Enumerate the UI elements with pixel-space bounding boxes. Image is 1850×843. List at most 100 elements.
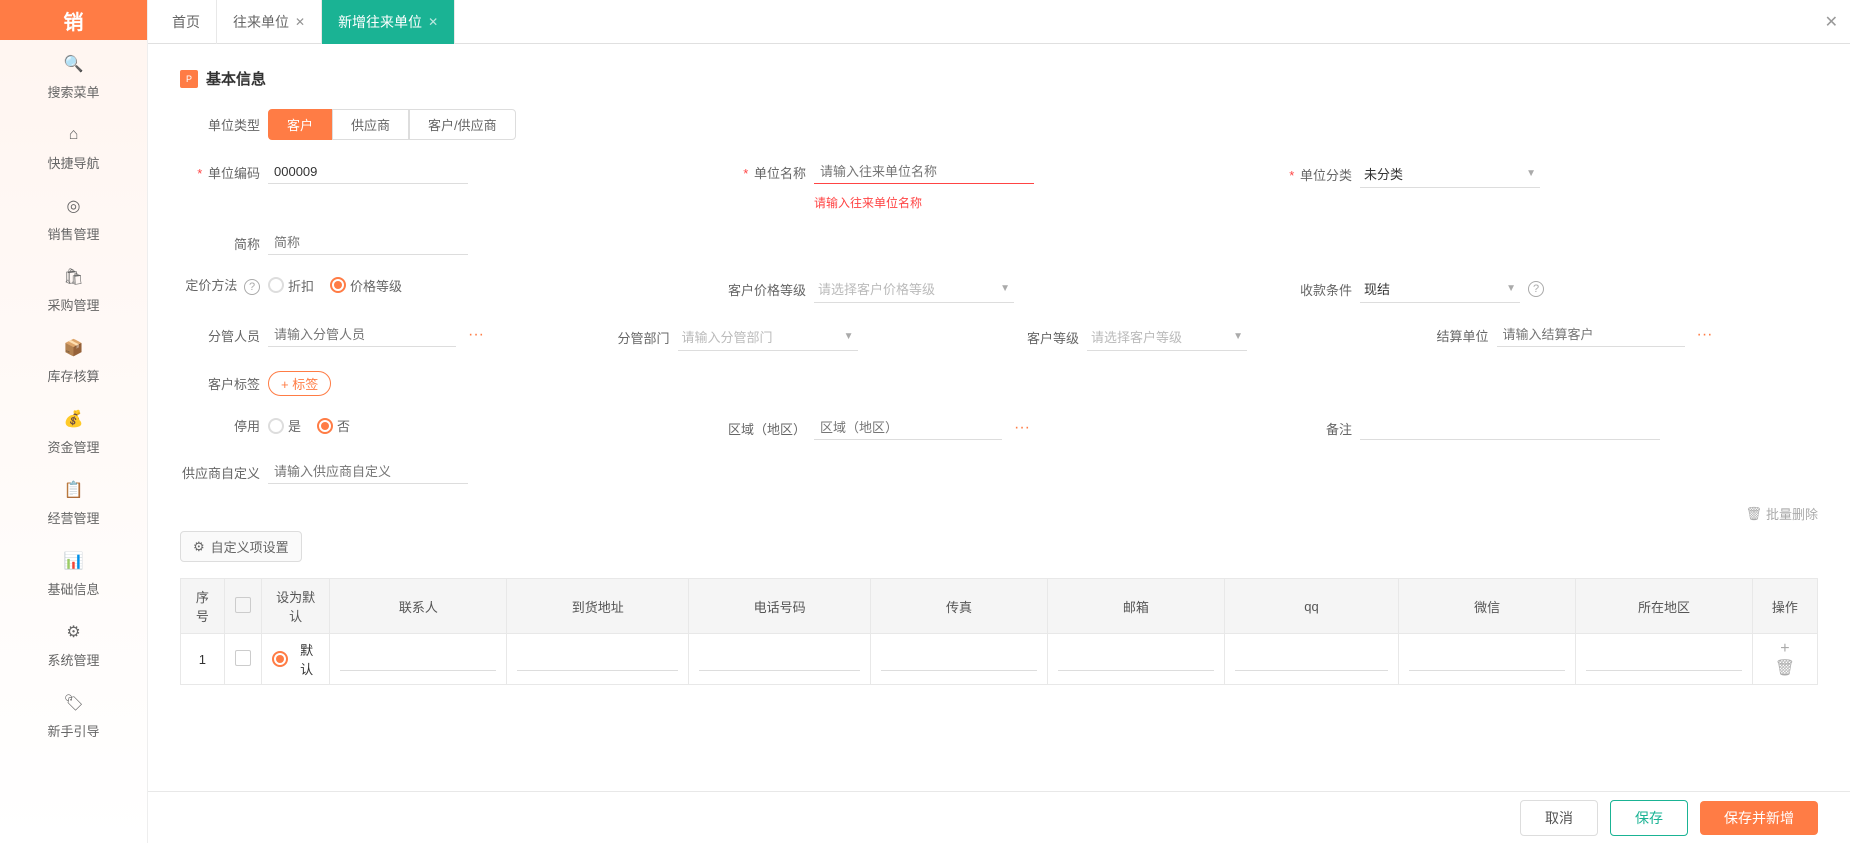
tab-new-counterparty-close[interactable]: ✕ (428, 15, 438, 29)
header-checkbox[interactable] (235, 597, 251, 613)
customer-level-select[interactable]: 请选择客户等级 ▼ (1087, 323, 1247, 351)
unit-name-input[interactable] (814, 160, 1034, 184)
unit-type-both-btn[interactable]: 客户/供应商 (409, 109, 516, 140)
department-field: 分管部门 请输入分管部门 ▼ (590, 323, 1000, 351)
th-action: 操作 (1752, 579, 1817, 634)
pricing-pricelevel-option[interactable]: 价格等级 (330, 276, 402, 295)
th-index: 序号 (181, 579, 225, 634)
sidebar-item-label: 库存核算 (47, 366, 99, 385)
beginner-icon: 🏷 (60, 689, 88, 717)
save-button[interactable]: 保存 (1610, 800, 1688, 836)
sidebar-item-operations[interactable]: 📋 经营管理 (0, 466, 147, 537)
department-select[interactable]: 请输入分管部门 ▼ (678, 323, 858, 351)
disable-no-radio[interactable] (317, 418, 333, 434)
chevron-down-icon: ▼ (1526, 168, 1536, 179)
tab-counterparty[interactable]: 往来单位 ✕ (217, 0, 322, 44)
region-table-input[interactable] (1586, 647, 1742, 671)
table-body: 1 默认 (181, 634, 1818, 685)
sidebar-item-purchase[interactable]: 🛍 采购管理 (0, 253, 147, 324)
custom-settings-btn[interactable]: ⚙ 自定义项设置 (180, 531, 302, 562)
section-title: 基本信息 (206, 68, 266, 89)
qq-input[interactable] (1235, 647, 1388, 671)
abbreviation-input[interactable] (268, 231, 468, 255)
wechat-input[interactable] (1409, 647, 1565, 671)
cancel-button[interactable]: 取消 (1520, 800, 1598, 836)
pricing-method-label: 定价方法 ? (180, 275, 260, 295)
disable-yes-radio[interactable] (268, 418, 284, 434)
region-input[interactable] (814, 416, 1002, 440)
customer-level-field: 客户等级 请选择客户等级 ▼ (999, 323, 1409, 351)
td-action: + 🗑 (1752, 634, 1817, 685)
supplier-custom-row: 供应商自定义 (180, 460, 1818, 484)
region-dots[interactable]: ··· (1010, 419, 1034, 437)
disable-yes-option[interactable]: 是 (268, 416, 301, 435)
section-flag: P (180, 70, 198, 88)
pricing-discount-radio[interactable] (268, 277, 284, 293)
unit-code-input[interactable] (268, 160, 468, 184)
default-label: 默认 (294, 640, 320, 678)
contact-input[interactable] (340, 647, 496, 671)
supplier-custom-input[interactable] (268, 460, 468, 484)
payment-help-icon[interactable]: ? (1528, 281, 1544, 297)
quick-nav-icon: ⌂ (60, 121, 88, 149)
phone-input[interactable] (699, 647, 860, 671)
batch-delete-btn[interactable]: 🗑 批量删除 (1745, 504, 1818, 523)
delete-row-btn[interactable]: 🗑 (1771, 660, 1799, 677)
tag-label: 客户标签 (180, 374, 260, 393)
tab-new-counterparty[interactable]: 新增往来单位 ✕ (322, 0, 455, 44)
pricing-help-icon[interactable]: ? (244, 279, 260, 295)
settlement-unit-dots[interactable]: ··· (1693, 326, 1717, 344)
fax-input[interactable] (881, 647, 1037, 671)
default-radio[interactable] (272, 651, 288, 667)
unit-type-row: 单位类型 客户 供应商 客户/供应商 (180, 109, 1818, 140)
finance-icon: 💰 (60, 405, 88, 433)
manager-row: 分管人员 ··· 分管部门 请输入分管部门 ▼ 客户等级 请选择客户等级 ▼ (180, 323, 1818, 351)
sidebar-item-search-menu[interactable]: 🔍 搜索菜单 (0, 40, 147, 111)
disable-field: 停用 是 否 (180, 416, 726, 435)
disable-no-option[interactable]: 否 (317, 416, 350, 435)
manager-dots-btn[interactable]: ··· (464, 326, 488, 344)
sidebar-item-base-info[interactable]: 📊 基础信息 (0, 537, 147, 608)
tab-counterparty-close[interactable]: ✕ (295, 15, 305, 29)
customer-price-level-placeholder: 请选择客户价格等级 (818, 279, 1000, 298)
th-wechat: 微信 (1399, 579, 1576, 634)
add-row-btn[interactable]: + (1776, 640, 1793, 657)
email-input[interactable] (1058, 647, 1214, 671)
remarks-input[interactable] (1360, 416, 1660, 440)
sidebar-item-sales[interactable]: ◎ 销售管理 (0, 182, 147, 253)
tag-add-btn[interactable]: + 标签 (268, 371, 331, 396)
remarks-field: 备注 (1272, 416, 1818, 440)
unit-type-customer-btn[interactable]: 客户 (268, 109, 332, 140)
sidebar-item-finance[interactable]: 💰 资金管理 (0, 395, 147, 466)
sidebar-item-label: 新手引导 (47, 721, 99, 740)
td-email (1047, 634, 1224, 685)
tab-home[interactable]: 首页 (156, 0, 217, 44)
unit-category-select[interactable]: 未分类 ▼ (1360, 160, 1540, 188)
row-checkbox[interactable] (235, 650, 251, 666)
sidebar-item-beginner[interactable]: 🏷 新手引导 (0, 679, 147, 750)
unit-type-supplier-btn[interactable]: 供应商 (332, 109, 409, 140)
td-checkbox (224, 634, 261, 685)
disable-no-label: 否 (337, 416, 350, 435)
footer: 取消 保存 保存并新增 (148, 791, 1850, 843)
save-new-button[interactable]: 保存并新增 (1700, 801, 1818, 835)
th-address: 到货地址 (507, 579, 689, 634)
manager-input[interactable] (268, 323, 456, 347)
sidebar-item-quick-nav[interactable]: ⌂ 快捷导航 (0, 111, 147, 182)
pricing-discount-option[interactable]: 折扣 (268, 276, 314, 295)
td-phone (689, 634, 871, 685)
td-wechat (1399, 634, 1576, 685)
sidebar-item-label: 快捷导航 (47, 153, 99, 172)
manager-field: 分管人员 ··· (180, 323, 590, 347)
sidebar-item-label: 搜索菜单 (47, 82, 99, 101)
customer-price-level-select[interactable]: 请选择客户价格等级 ▼ (814, 275, 1014, 303)
global-close-icon[interactable]: ✕ (1825, 12, 1838, 32)
address-input[interactable] (517, 647, 678, 671)
sidebar-item-system[interactable]: ⚙ 系统管理 (0, 608, 147, 679)
sidebar-item-inventory[interactable]: 📦 库存核算 (0, 324, 147, 395)
settlement-unit-input[interactable] (1497, 323, 1685, 347)
pricing-discount-label: 折扣 (288, 276, 314, 295)
unit-category-field: * 单位分类 未分类 ▼ (1272, 160, 1818, 188)
payment-terms-select[interactable]: 现结 ▼ (1360, 275, 1520, 303)
pricing-pricelevel-radio[interactable] (330, 277, 346, 293)
